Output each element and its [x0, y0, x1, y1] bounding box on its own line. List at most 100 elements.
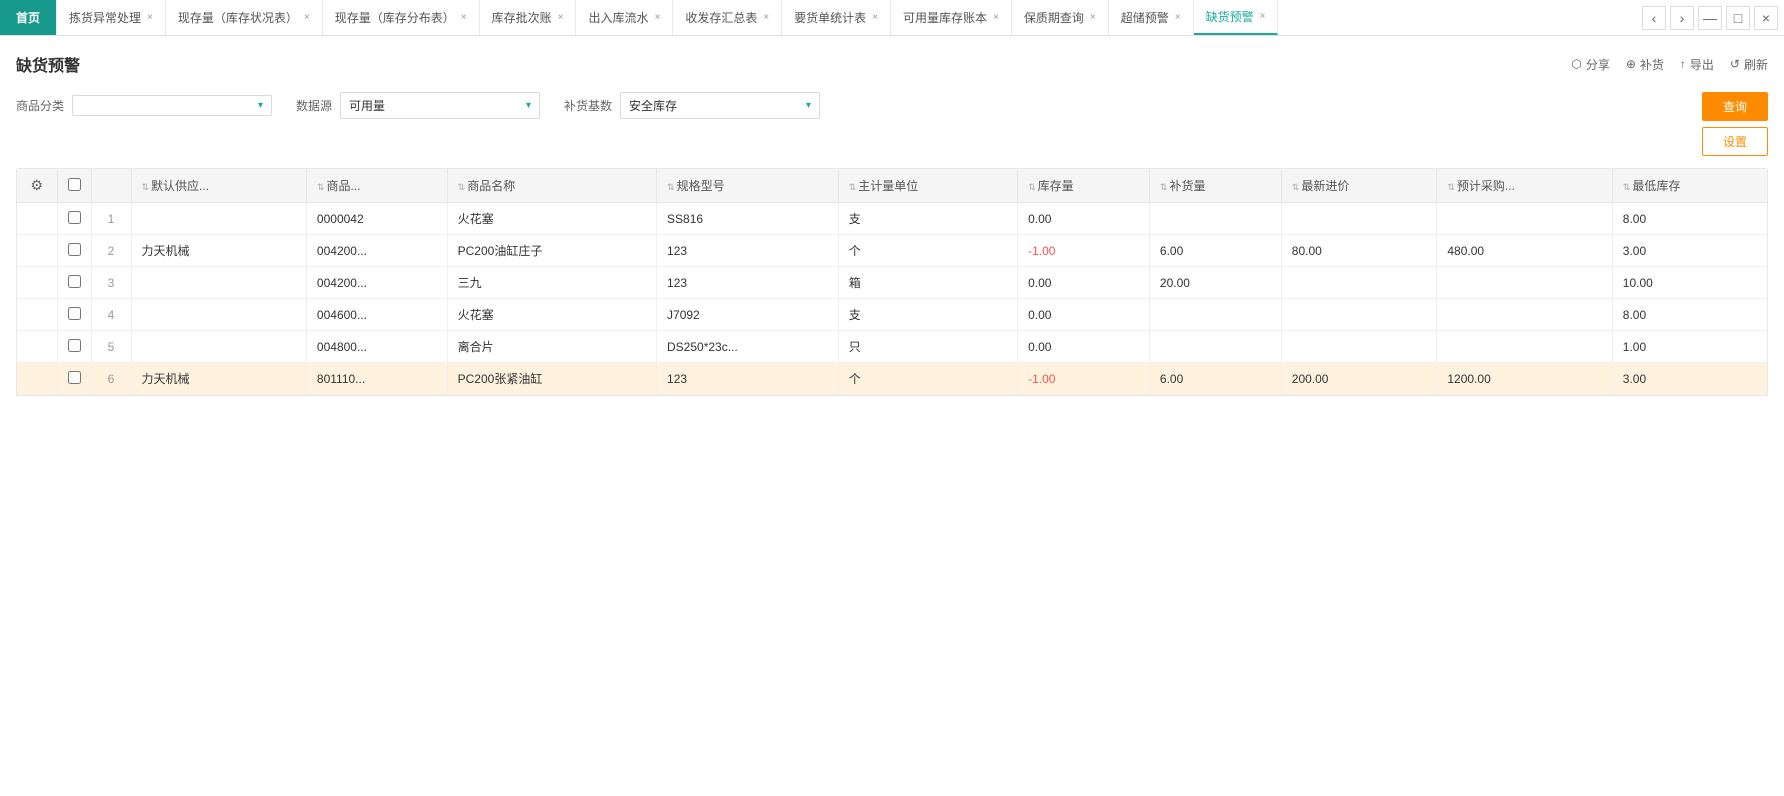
row-stock-0: 0.00	[1018, 203, 1150, 235]
row-stock-2: 0.00	[1018, 267, 1150, 299]
row-estimated_purchase-4	[1437, 331, 1612, 363]
row-product_code-3: 004600...	[306, 299, 447, 331]
tab-close-inventory-dist[interactable]: ×	[461, 12, 467, 23]
tab-label-inventory-dist: 现存量（库存分布表）	[335, 9, 455, 26]
tab-close-abnormal[interactable]: ×	[147, 12, 153, 23]
tab-close-available[interactable]: ×	[993, 12, 999, 23]
row-product_name-0: 火花塞	[447, 203, 656, 235]
col-sort-icon-supplier[interactable]: ⇅默认供应...	[142, 179, 210, 193]
supplement-icon: ⊕	[1626, 57, 1636, 71]
tab-collection[interactable]: 收发存汇总表 ×	[673, 0, 782, 35]
row-select-0[interactable]	[68, 211, 81, 224]
row-no-3: 4	[91, 299, 131, 331]
tab-requisition[interactable]: 要货单统计表×	[782, 0, 891, 35]
supplement-base-arrow-icon: ▾	[806, 100, 811, 111]
row-supplement_qty-2: 20.00	[1149, 267, 1281, 299]
row-unit-3: 支	[838, 299, 1017, 331]
col-sort-icon-stock[interactable]: ⇅库存量	[1028, 179, 1074, 193]
row-select-5[interactable]	[68, 371, 81, 384]
row-checkbox-4	[57, 331, 91, 363]
row-gear-1	[17, 235, 57, 267]
gear-icon[interactable]: ⚙	[30, 177, 43, 193]
table-body: 10000042火花塞SS816支0.008.002力天机械004200...P…	[17, 203, 1767, 395]
tab-expiry[interactable]: 保质期查询 ×	[1012, 0, 1109, 35]
row-select-4[interactable]	[68, 339, 81, 352]
settings-button[interactable]: 设置	[1702, 127, 1768, 156]
tab-close-batch-account[interactable]: ×	[558, 12, 564, 23]
window-minimize-button[interactable]: —	[1698, 6, 1722, 30]
tab-inventory-status[interactable]: 现存量（库存状况表） ×	[166, 0, 323, 35]
table-row: 2力天机械004200...PC200油缸庄子123个-1.006.0080.0…	[17, 235, 1767, 267]
row-product_name-3: 火花塞	[447, 299, 656, 331]
col-sort-icon-supplement_qty[interactable]: ⇅补货量	[1160, 179, 1206, 193]
row-estimated_purchase-1: 480.00	[1437, 235, 1612, 267]
tab-batch-account[interactable]: 库存批次账×	[480, 0, 577, 35]
share-action[interactable]: ⬡ 分享	[1571, 56, 1610, 73]
category-select[interactable]: ▾	[72, 95, 272, 116]
tab-home[interactable]: 首页	[0, 0, 57, 35]
tab-close-inout-flow[interactable]: ×	[654, 12, 660, 23]
window-maximize-button[interactable]: □	[1726, 6, 1750, 30]
window-close-button[interactable]: ×	[1754, 6, 1778, 30]
category-arrow-icon: ▾	[258, 100, 263, 111]
page-title: 缺货预警	[16, 52, 80, 76]
refresh-action[interactable]: ↺ 刷新	[1730, 56, 1768, 73]
row-stock-3: 0.00	[1018, 299, 1150, 331]
tab-close-overstock[interactable]: ×	[1175, 12, 1181, 23]
tab-label-expiry: 保质期查询	[1024, 9, 1084, 26]
tab-label-collection: 收发存汇总表	[685, 9, 757, 26]
supplement-action[interactable]: ⊕ 补货	[1626, 56, 1664, 73]
tab-overstock[interactable]: 超储预警×	[1109, 0, 1194, 35]
row-select-2[interactable]	[68, 275, 81, 288]
col-sort-icon-unit[interactable]: ⇅主计量单位	[849, 179, 919, 193]
export-action[interactable]: ↑ 导出	[1680, 56, 1714, 73]
row-supplier-1: 力天机械	[131, 235, 306, 267]
tab-close-collection[interactable]: ×	[763, 12, 769, 23]
col-sort-icon-min_stock[interactable]: ⇅最低库存	[1623, 179, 1681, 193]
refresh-label: 刷新	[1744, 56, 1768, 73]
row-latest_price-2	[1281, 267, 1437, 299]
row-checkbox-0	[57, 203, 91, 235]
query-button[interactable]: 查询	[1702, 92, 1768, 121]
supplement-base-select[interactable]: 安全库存 ▾	[620, 92, 820, 119]
datasource-filter-group: 数据源 可用量 ▾	[296, 92, 540, 119]
datasource-select[interactable]: 可用量 ▾	[340, 92, 540, 119]
row-select-1[interactable]	[68, 243, 81, 256]
col-sort-icon-estimated_purchase[interactable]: ⇅预计采购...	[1447, 179, 1515, 193]
row-estimated_purchase-3	[1437, 299, 1612, 331]
datasource-arrow-icon: ▾	[526, 100, 531, 111]
row-estimated_purchase-2	[1437, 267, 1612, 299]
col-sort-icon-product_name[interactable]: ⇅商品名称	[458, 179, 516, 193]
row-min_stock-1: 3.00	[1612, 235, 1767, 267]
tab-close-shortage[interactable]: ×	[1260, 11, 1266, 22]
sort-indicator: ⇅	[458, 182, 466, 192]
header-actions: ⬡ 分享 ⊕ 补货 ↑ 导出 ↺ 刷新	[1571, 56, 1768, 73]
tab-prev-button[interactable]: ‹	[1642, 6, 1666, 30]
tab-abnormal[interactable]: 拣货异常处理×	[57, 0, 166, 35]
tab-available[interactable]: 可用量库存账本×	[891, 0, 1012, 35]
select-all-checkbox[interactable]	[68, 178, 81, 191]
row-latest_price-1: 80.00	[1281, 235, 1437, 267]
row-min_stock-5: 3.00	[1612, 363, 1767, 395]
row-unit-5: 个	[838, 363, 1017, 395]
row-select-3[interactable]	[68, 307, 81, 320]
col-sort-icon-product_code[interactable]: ⇅商品...	[317, 179, 361, 193]
tab-label-shortage: 缺货预警	[1206, 8, 1254, 25]
row-product_code-5: 801110...	[306, 363, 447, 395]
tab-close-expiry[interactable]: ×	[1090, 12, 1096, 23]
row-latest_price-5: 200.00	[1281, 363, 1437, 395]
row-gear-2	[17, 267, 57, 299]
table-row: 6力天机械801110...PC200张紧油缸123个-1.006.00200.…	[17, 363, 1767, 395]
tab-close-inventory-status[interactable]: ×	[304, 12, 310, 23]
tab-close-requisition[interactable]: ×	[872, 12, 878, 23]
col-sort-icon-spec[interactable]: ⇅规格型号	[667, 179, 725, 193]
tab-next-button[interactable]: ›	[1670, 6, 1694, 30]
col-sort-icon-latest_price[interactable]: ⇅最新进价	[1292, 179, 1350, 193]
row-product_code-1: 004200...	[306, 235, 447, 267]
row-stock-5: -1.00	[1018, 363, 1150, 395]
tab-inout-flow[interactable]: 出入库流水×	[576, 0, 673, 35]
tab-label-inventory-status: 现存量（库存状况表）	[178, 9, 298, 26]
tab-inventory-dist[interactable]: 现存量（库存分布表） ×	[323, 0, 480, 35]
tab-shortage[interactable]: 缺货预警 ×	[1194, 0, 1279, 35]
row-min_stock-0: 8.00	[1612, 203, 1767, 235]
